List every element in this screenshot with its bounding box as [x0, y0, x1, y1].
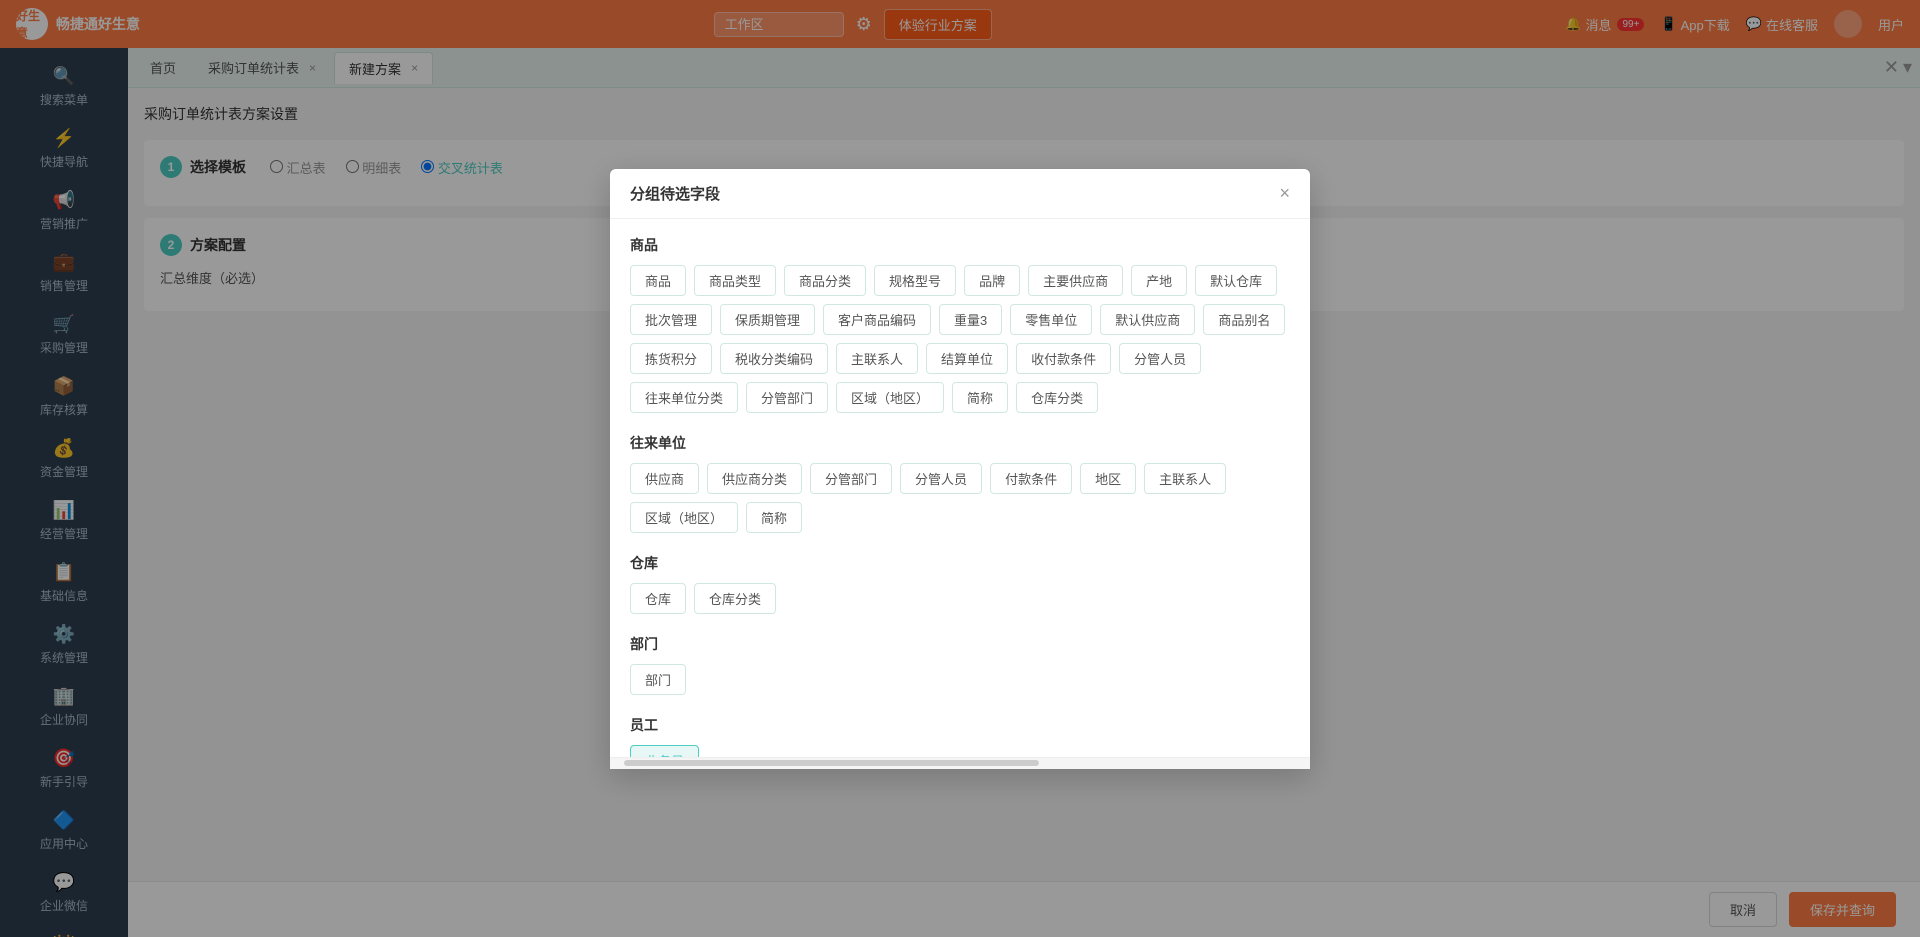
field-tag-product-22[interactable]: 分管部门	[746, 382, 828, 413]
field-section-title-department: 部门	[630, 634, 1290, 654]
field-tag-product-0[interactable]: 商品	[630, 265, 686, 296]
field-tag-product-5[interactable]: 主要供应商	[1028, 265, 1123, 296]
field-tag-product-13[interactable]: 默认供应商	[1100, 304, 1195, 335]
field-section-title-warehouse: 仓库	[630, 553, 1290, 573]
modal-close-button[interactable]: ×	[1279, 184, 1290, 202]
field-tag-product-19[interactable]: 收付款条件	[1016, 343, 1111, 374]
field-tags-product: 商品商品类型商品分类规格型号品牌主要供应商产地默认仓库批次管理保质期管理客户商品…	[630, 265, 1290, 413]
field-tag-product-20[interactable]: 分管人员	[1119, 343, 1201, 374]
field-tag-partner-4[interactable]: 付款条件	[990, 463, 1072, 494]
field-tag-product-10[interactable]: 客户商品编码	[823, 304, 931, 335]
hscroll-thumb	[624, 760, 1039, 766]
field-tag-product-11[interactable]: 重量3	[939, 304, 1002, 335]
modal-header: 分组待选字段 ×	[610, 169, 1310, 219]
field-tag-product-6[interactable]: 产地	[1131, 265, 1187, 296]
field-tag-product-2[interactable]: 商品分类	[784, 265, 866, 296]
field-section-title-product: 商品	[630, 235, 1290, 255]
field-tag-partner-0[interactable]: 供应商	[630, 463, 699, 494]
field-tag-partner-5[interactable]: 地区	[1080, 463, 1136, 494]
field-section-department: 部门部门	[630, 634, 1290, 695]
field-tag-department-0[interactable]: 部门	[630, 664, 686, 695]
field-tag-product-7[interactable]: 默认仓库	[1195, 265, 1277, 296]
field-tag-partner-8[interactable]: 简称	[746, 502, 802, 533]
field-tag-employee-0[interactable]: 业务员	[630, 745, 699, 757]
modal-overlay: 分组待选字段 × 商品商品商品类型商品分类规格型号品牌主要供应商产地默认仓库批次…	[0, 0, 1920, 937]
field-tag-product-17[interactable]: 主联系人	[836, 343, 918, 374]
field-tag-partner-3[interactable]: 分管人员	[900, 463, 982, 494]
field-tag-partner-1[interactable]: 供应商分类	[707, 463, 802, 494]
field-tag-product-21[interactable]: 往来单位分类	[630, 382, 738, 413]
field-tag-product-16[interactable]: 税收分类编码	[720, 343, 828, 374]
modal-title: 分组待选字段	[630, 183, 720, 204]
field-tag-partner-2[interactable]: 分管部门	[810, 463, 892, 494]
modal-horizontal-scrollbar[interactable]	[610, 757, 1310, 769]
field-tag-product-15[interactable]: 拣货积分	[630, 343, 712, 374]
field-section-partner: 往来单位供应商供应商分类分管部门分管人员付款条件地区主联系人区域（地区） 简称	[630, 433, 1290, 533]
field-tag-product-9[interactable]: 保质期管理	[720, 304, 815, 335]
field-tags-department: 部门	[630, 664, 1290, 695]
field-tag-product-23[interactable]: 区域（地区）	[836, 382, 944, 413]
field-tag-warehouse-0[interactable]: 仓库	[630, 583, 686, 614]
field-section-title-partner: 往来单位	[630, 433, 1290, 453]
field-tags-employee: 业务员	[630, 745, 1290, 757]
field-tag-product-12[interactable]: 零售单位	[1010, 304, 1092, 335]
field-tag-partner-7[interactable]: 区域（地区）	[630, 502, 738, 533]
field-tag-product-25[interactable]: 仓库分类	[1016, 382, 1098, 413]
field-section-warehouse: 仓库仓库仓库分类	[630, 553, 1290, 614]
field-tag-product-18[interactable]: 结算单位	[926, 343, 1008, 374]
field-tag-product-1[interactable]: 商品类型	[694, 265, 776, 296]
modal-dialog: 分组待选字段 × 商品商品商品类型商品分类规格型号品牌主要供应商产地默认仓库批次…	[610, 169, 1310, 769]
modal-body[interactable]: 商品商品商品类型商品分类规格型号品牌主要供应商产地默认仓库批次管理保质期管理客户…	[610, 219, 1310, 757]
field-tag-product-4[interactable]: 品牌	[964, 265, 1020, 296]
field-tags-partner: 供应商供应商分类分管部门分管人员付款条件地区主联系人区域（地区） 简称	[630, 463, 1290, 533]
field-tag-product-24[interactable]: 简称	[952, 382, 1008, 413]
field-tags-warehouse: 仓库仓库分类	[630, 583, 1290, 614]
field-section-product: 商品商品商品类型商品分类规格型号品牌主要供应商产地默认仓库批次管理保质期管理客户…	[630, 235, 1290, 413]
field-tag-product-3[interactable]: 规格型号	[874, 265, 956, 296]
field-tag-product-8[interactable]: 批次管理	[630, 304, 712, 335]
field-tag-warehouse-1[interactable]: 仓库分类	[694, 583, 776, 614]
field-section-employee: 员工业务员	[630, 715, 1290, 757]
field-tag-product-14[interactable]: 商品别名	[1203, 304, 1285, 335]
field-section-title-employee: 员工	[630, 715, 1290, 735]
field-tag-partner-6[interactable]: 主联系人	[1144, 463, 1226, 494]
